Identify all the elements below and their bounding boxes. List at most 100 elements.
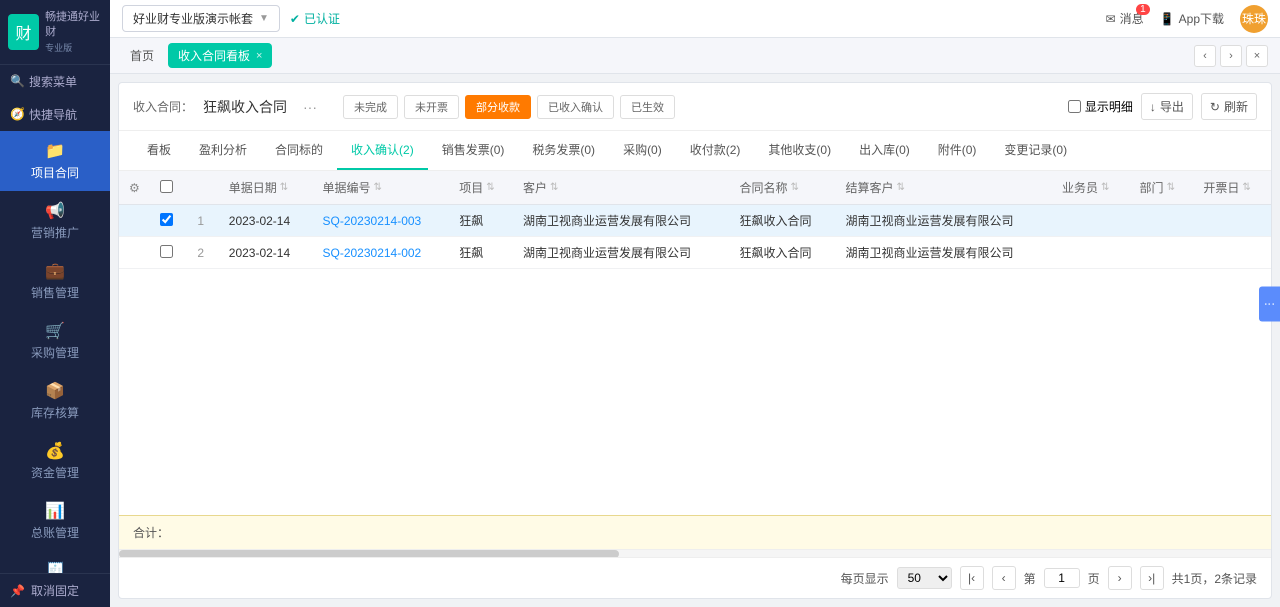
sort-dept-icon[interactable]: ⇅: [1167, 182, 1175, 193]
tab-prev-button[interactable]: ‹: [1194, 45, 1216, 67]
sort-orderno-icon[interactable]: ⇅: [374, 182, 382, 193]
page-prev-button[interactable]: ‹: [992, 566, 1016, 590]
tab-board[interactable]: 看板: [133, 131, 185, 170]
tab-payment[interactable]: 收付款(2): [676, 131, 755, 170]
status-uninvoiced[interactable]: 未开票: [404, 95, 459, 119]
sidebar-item-project[interactable]: 📁 项目合同: [0, 131, 110, 191]
tab-change-log[interactable]: 变更记录(0): [990, 131, 1081, 170]
app-logo-icon: 财: [8, 14, 39, 50]
horizontal-scrollbar[interactable]: [119, 549, 1271, 557]
tab-contract-board[interactable]: 收入合同看板 ×: [168, 43, 272, 68]
export-button[interactable]: ↓ 导出: [1141, 93, 1193, 120]
row-order-no[interactable]: SQ-20230214-002: [312, 237, 449, 269]
select-all-checkbox[interactable]: [160, 180, 173, 193]
status-revenue-confirmed[interactable]: 已收入确认: [537, 95, 614, 119]
page-last-button[interactable]: ›|: [1140, 566, 1164, 590]
tab-purchase[interactable]: 采购(0): [609, 131, 676, 170]
row-checkbox[interactable]: [150, 237, 183, 269]
pin-label: 取消固定: [31, 582, 79, 599]
user-avatar[interactable]: 珠珠: [1240, 5, 1268, 33]
row-open-date: [1193, 237, 1271, 269]
show-detail-input[interactable]: [1068, 100, 1081, 113]
tab-other-income[interactable]: 其他收支(0): [754, 131, 845, 170]
tab-warehouse[interactable]: 出入库(0): [845, 131, 924, 170]
table-row[interactable]: 1 2023-02-14 SQ-20230214-003 狂飙 湖南卫视商业运营…: [119, 205, 1271, 237]
sort-customer-icon[interactable]: ⇅: [550, 182, 558, 193]
company-selector[interactable]: 好业财专业版演示帐套 ▼: [122, 5, 280, 32]
show-detail-checkbox[interactable]: 显示明细: [1068, 98, 1133, 115]
tab-profit[interactable]: 盈利分析: [185, 131, 261, 170]
app-download-button[interactable]: 📱 App下载: [1160, 10, 1224, 27]
tab-revenue-confirm[interactable]: 收入确认(2): [337, 131, 428, 170]
message-badge: 1: [1136, 4, 1150, 15]
sidebar-item-marketing[interactable]: 📢 营销推广: [0, 191, 110, 251]
th-settle-customer: 结算客户 ⇅: [835, 171, 1051, 205]
sidebar-item-purchase[interactable]: 🛒 采购管理: [0, 311, 110, 371]
avatar: 珠珠: [1240, 5, 1268, 33]
table-row[interactable]: 2 2023-02-14 SQ-20230214-002 狂飙 湖南卫视商业运营…: [119, 237, 1271, 269]
tab-tax-invoice[interactable]: 税务发票(0): [518, 131, 609, 170]
check-icon: ✔: [290, 12, 300, 26]
sidebar-pin-toggle[interactable]: 📌 取消固定: [0, 573, 110, 607]
tab-nav-controls: ‹ › ×: [1194, 45, 1268, 67]
sidebar-item-search[interactable]: 🔍 搜索菜单: [0, 65, 110, 98]
sidebar-item-inventory[interactable]: 📦 库存核算: [0, 371, 110, 431]
tab-attachment[interactable]: 附件(0): [924, 131, 991, 170]
avatar-text: 珠珠: [1242, 10, 1266, 27]
sidebar-item-fund[interactable]: 💰 资金管理: [0, 431, 110, 491]
tab-contract-target[interactable]: 合同标的: [261, 131, 337, 170]
refresh-label: 刷新: [1224, 98, 1248, 115]
verified-text: 已认证: [304, 10, 340, 27]
th-department: 部门 ⇅: [1130, 171, 1194, 205]
sidebar-item-sales[interactable]: 💼 销售管理: [0, 251, 110, 311]
sidebar-logo: 财 畅捷通好业财 专业版: [0, 0, 110, 65]
page-unit: 页: [1088, 570, 1100, 587]
row-order-no[interactable]: SQ-20230214-003: [312, 205, 449, 237]
tab-close-icon[interactable]: ×: [256, 50, 262, 62]
chevron-down-icon: ▼: [259, 13, 269, 24]
sort-settle-icon[interactable]: ⇅: [896, 182, 904, 193]
row-checkbox[interactable]: [150, 205, 183, 237]
export-label: 导出: [1160, 98, 1184, 115]
th-num: [183, 171, 219, 205]
tab-home[interactable]: 首页: [122, 43, 162, 68]
page-next-button[interactable]: ›: [1108, 566, 1132, 590]
settings-icon[interactable]: ⚙: [129, 181, 140, 195]
status-incomplete[interactable]: 未完成: [343, 95, 398, 119]
sidebar-label-marketing: 营销推广: [31, 224, 79, 241]
project-icon: 📁: [45, 141, 65, 161]
sidebar-label-fund: 资金管理: [31, 464, 79, 481]
refresh-button[interactable]: ↻ 刷新: [1201, 93, 1257, 120]
tab-close-button[interactable]: ×: [1246, 45, 1268, 67]
data-table-wrap[interactable]: ⚙ 单据日期 ⇅: [119, 171, 1271, 515]
page-number-input[interactable]: [1044, 568, 1080, 588]
per-page-select[interactable]: 50 100 200: [897, 567, 952, 589]
sort-salesperson-icon[interactable]: ⇅: [1101, 182, 1109, 193]
status-partial-receipt[interactable]: 部分收款: [465, 95, 531, 119]
scrollbar-thumb: [119, 550, 619, 557]
sales-icon: 💼: [45, 261, 65, 281]
contract-more-button[interactable]: ···: [297, 97, 323, 117]
verified-badge: ✔ 已认证: [290, 10, 340, 27]
sidebar-item-nav[interactable]: 🧭 快捷导航: [0, 98, 110, 131]
row-contract-name: 狂飙收入合同: [730, 205, 836, 237]
right-edge-panel: ⋮: [1259, 286, 1280, 321]
purchase-icon: 🛒: [45, 321, 65, 341]
sort-opendate-icon[interactable]: ⇅: [1242, 182, 1250, 193]
sidebar-item-invoice[interactable]: 🧾 发票管理: [0, 551, 110, 573]
sidebar-item-ledger[interactable]: 📊 总账管理: [0, 491, 110, 551]
sort-project-icon[interactable]: ⇅: [486, 182, 494, 193]
sort-date-icon[interactable]: ⇅: [280, 182, 288, 193]
row-date: 2023-02-14: [219, 205, 313, 237]
tab-sales-invoice[interactable]: 销售发票(0): [428, 131, 519, 170]
app-edition: 专业版: [45, 41, 102, 54]
status-effective[interactable]: 已生效: [620, 95, 675, 119]
edge-action-button[interactable]: ⋮: [1259, 286, 1280, 321]
sort-contractname-icon[interactable]: ⇅: [791, 182, 799, 193]
search-icon: 🔍: [10, 74, 25, 88]
sidebar-label-ledger: 总账管理: [31, 524, 79, 541]
message-button[interactable]: ✉ 1 消息: [1106, 10, 1144, 27]
page-first-button[interactable]: |‹: [960, 566, 984, 590]
sidebar-label-project: 项目合同: [31, 164, 79, 181]
tab-next-button[interactable]: ›: [1220, 45, 1242, 67]
